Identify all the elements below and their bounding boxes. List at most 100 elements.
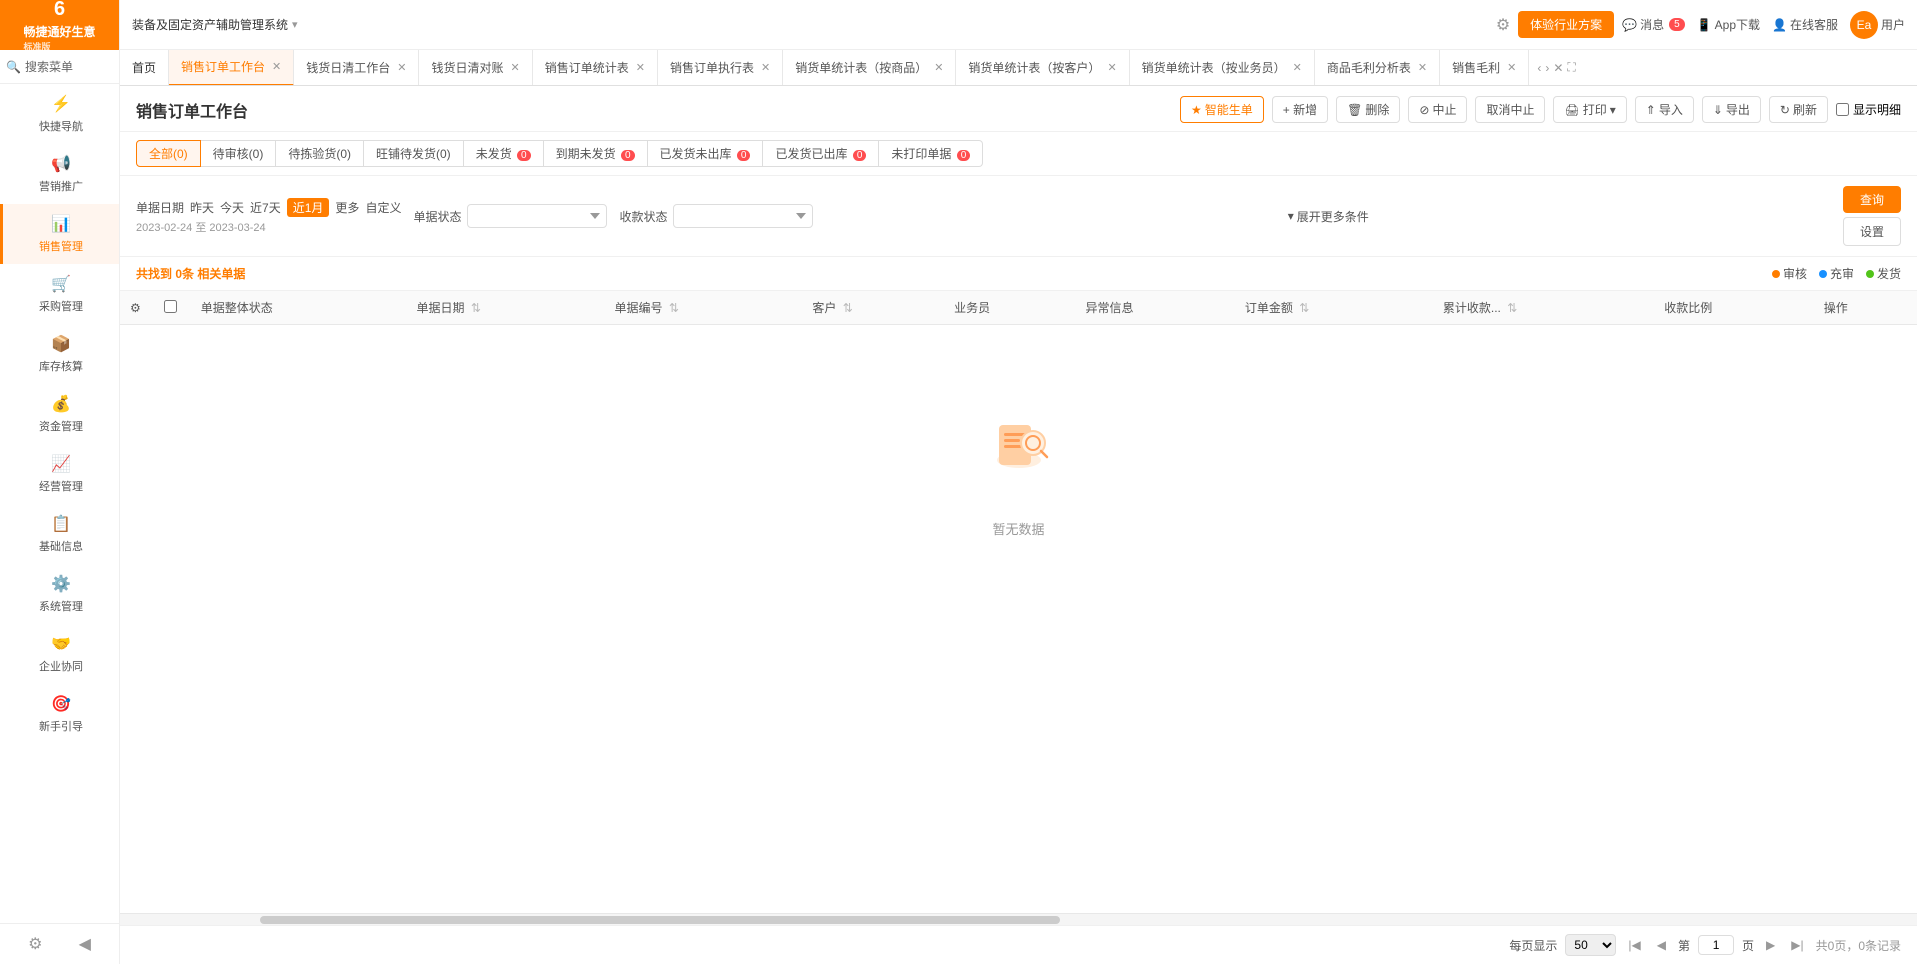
next-page-btn[interactable]: ▶ xyxy=(1762,936,1779,954)
tab-cash-reconcile[interactable]: 钱货日清对账 ✕ xyxy=(419,50,532,86)
tab-close-sales-workbench[interactable]: ✕ xyxy=(272,60,281,73)
page-input[interactable] xyxy=(1698,935,1734,955)
filter-tab-not-printed[interactable]: 未打印单据 0 xyxy=(879,140,983,167)
tab-close-by-product[interactable]: ✕ xyxy=(934,61,943,74)
collapse-icon[interactable]: ◀ xyxy=(79,934,91,954)
tab-close-by-staff[interactable]: ✕ xyxy=(1293,61,1302,74)
tab-by-client[interactable]: 销货单统计表（按客户） ✕ xyxy=(956,50,1129,86)
date-yesterday[interactable]: 昨天 xyxy=(190,199,214,216)
th-date[interactable]: 单据日期 ⇅ xyxy=(407,291,605,325)
expand-more-btn[interactable]: ▾ 展开更多条件 xyxy=(1288,208,1369,225)
show-detail-input[interactable] xyxy=(1836,103,1849,116)
sidebar-item-sales[interactable]: 📊 销售管理 xyxy=(0,204,119,264)
delete-btn[interactable]: 🗑 删除 xyxy=(1336,96,1400,123)
date-custom[interactable]: 自定义 xyxy=(365,199,401,216)
tab-close-cash-reconcile[interactable]: ✕ xyxy=(511,61,520,74)
date-today[interactable]: 今天 xyxy=(220,199,244,216)
sidebar-item-collab[interactable]: 🤝 企业协同 xyxy=(0,624,119,684)
service-icon: 👤 xyxy=(1772,18,1787,32)
print-icon: 🖨 xyxy=(1564,103,1579,117)
status-label: 单据状态 xyxy=(413,208,461,225)
select-all-checkbox[interactable] xyxy=(164,300,177,313)
sidebar-item-inventory[interactable]: 📦 库存核算 xyxy=(0,324,119,384)
show-detail-checkbox[interactable]: 显示明细 xyxy=(1836,101,1901,118)
filter-tab-pending-review[interactable]: 待审核(0) xyxy=(201,140,277,167)
scrollbar-thumb[interactable] xyxy=(260,916,1060,924)
online-service-action[interactable]: 👤 在线客服 xyxy=(1772,16,1838,33)
query-btn[interactable]: 查询 xyxy=(1843,186,1901,213)
unreviewed-op[interactable]: 充审 xyxy=(1819,265,1854,282)
th-number[interactable]: 单据编号 ⇅ xyxy=(604,291,802,325)
tab-close-cash-daily[interactable]: ✕ xyxy=(397,61,406,74)
ship-op[interactable]: 发货 xyxy=(1866,265,1901,282)
date-1month[interactable]: 近1月 xyxy=(287,198,330,217)
date-7days[interactable]: 近7天 xyxy=(250,199,281,216)
user-action[interactable]: Ea 用户 xyxy=(1850,11,1905,39)
sidebar-item-purchase[interactable]: 🛒 采购管理 xyxy=(0,264,119,324)
maximize-icon[interactable]: ⛶ xyxy=(1567,60,1575,75)
last-page-btn[interactable]: ▶| xyxy=(1787,936,1807,954)
refresh-btn[interactable]: ↻ 刷新 xyxy=(1769,96,1828,123)
sidebar-item-marketing[interactable]: 📢 营销推广 xyxy=(0,144,119,204)
first-page-btn[interactable]: |◀ xyxy=(1624,936,1644,954)
print-btn[interactable]: 🖨 打印 ▾ xyxy=(1553,96,1626,123)
tab-sales-workbench[interactable]: 销售订单工作台 ✕ xyxy=(169,50,294,86)
tab-close-profit-analysis[interactable]: ✕ xyxy=(1418,61,1427,74)
prev-page-btn[interactable]: ◀ xyxy=(1653,936,1670,954)
tab-close-sales-exec[interactable]: ✕ xyxy=(761,61,770,74)
close-all-icon[interactable]: ✕ xyxy=(1553,61,1563,75)
industry-btn[interactable]: 体验行业方案 xyxy=(1518,11,1614,38)
sidebar-search[interactable]: 🔍 搜索菜单 xyxy=(0,50,119,84)
tabbar-more[interactable]: ‹ › ✕ ⛶ xyxy=(1529,60,1583,75)
app-download-action[interactable]: 📱 App下载 xyxy=(1697,16,1760,33)
marketing-icon: 📢 xyxy=(51,154,71,174)
filter-tab-wangpu[interactable]: 旺铺待发货(0) xyxy=(364,140,464,167)
filter-tab-not-shipped[interactable]: 未发货 0 xyxy=(464,140,544,167)
filter-tab-expired-not-shipped[interactable]: 到期未发货 0 xyxy=(544,140,648,167)
chevron-left-icon[interactable]: ‹ xyxy=(1537,61,1541,75)
topbar-gear-icon[interactable]: ⚙ xyxy=(1496,15,1510,35)
review-op[interactable]: 审核 xyxy=(1772,265,1807,282)
tab-cash-daily[interactable]: 钱货日清工作台 ✕ xyxy=(294,50,419,86)
sidebar-item-guide[interactable]: 🎯 新手引导 xyxy=(0,684,119,744)
set-btn[interactable]: 设置 xyxy=(1843,217,1901,246)
export-btn[interactable]: ⇓ 导出 xyxy=(1702,96,1761,123)
tab-close-by-client[interactable]: ✕ xyxy=(1107,61,1116,74)
smart-generate-btn[interactable]: ★ 智能生单 xyxy=(1180,96,1264,123)
th-customer[interactable]: 客户 ⇅ xyxy=(802,291,944,325)
sidebar-item-system[interactable]: ⚙️ 系统管理 xyxy=(0,564,119,624)
tab-home[interactable]: 首页 xyxy=(120,50,169,86)
tab-sales-profit[interactable]: 销售毛利 ✕ xyxy=(1440,50,1529,86)
th-received[interactable]: 累计收款... ⇅ xyxy=(1433,291,1654,325)
tab-close-sales-profit[interactable]: ✕ xyxy=(1507,61,1516,74)
tab-by-staff[interactable]: 销货单统计表（按业务员） ✕ xyxy=(1130,50,1315,86)
add-btn[interactable]: + 新增 xyxy=(1272,96,1328,123)
th-gear[interactable]: ⚙ xyxy=(120,291,151,325)
cancel-stop-btn[interactable]: 取消中止 xyxy=(1475,96,1545,123)
per-page-select[interactable]: 50 100 200 xyxy=(1565,934,1616,956)
tab-sales-stats[interactable]: 销售订单统计表 ✕ xyxy=(533,50,658,86)
filter-tab-shipped-not-out[interactable]: 已发货未出库 0 xyxy=(648,140,764,167)
filter-tab-pending-inspect[interactable]: 待拣验货(0) xyxy=(276,140,364,167)
tab-by-product[interactable]: 销货单统计表（按商品） ✕ xyxy=(783,50,956,86)
chevron-right-icon[interactable]: › xyxy=(1545,61,1549,75)
dropdown-chevron-icon[interactable]: ▾ xyxy=(292,18,298,31)
settings-icon[interactable]: ⚙ xyxy=(28,934,42,954)
import-btn[interactable]: ⇑ 导入 xyxy=(1635,96,1694,123)
tab-profit-analysis[interactable]: 商品毛利分析表 ✕ xyxy=(1315,50,1440,86)
filter-tab-shipped-out[interactable]: 已发货已出库 0 xyxy=(763,140,879,167)
sidebar-item-finance[interactable]: 💰 资金管理 xyxy=(0,384,119,444)
th-checkbox[interactable] xyxy=(151,291,191,325)
stop-btn[interactable]: ⊘ 中止 xyxy=(1408,96,1467,123)
messages-action[interactable]: 💬 消息 5 xyxy=(1622,16,1685,33)
sidebar-item-operation[interactable]: 📈 经营管理 xyxy=(0,444,119,504)
sidebar-item-quick-nav[interactable]: ⚡ 快捷导航 xyxy=(0,84,119,144)
date-more[interactable]: 更多 xyxy=(335,199,359,216)
status-select[interactable] xyxy=(467,204,607,228)
tab-close-sales-stats[interactable]: ✕ xyxy=(636,61,645,74)
tab-sales-exec[interactable]: 销售订单执行表 ✕ xyxy=(658,50,783,86)
sidebar-item-basic[interactable]: 📋 基础信息 xyxy=(0,504,119,564)
payment-select[interactable] xyxy=(673,204,813,228)
th-amount[interactable]: 订单金额 ⇅ xyxy=(1235,291,1433,325)
filter-tab-all[interactable]: 全部(0) xyxy=(136,140,201,167)
